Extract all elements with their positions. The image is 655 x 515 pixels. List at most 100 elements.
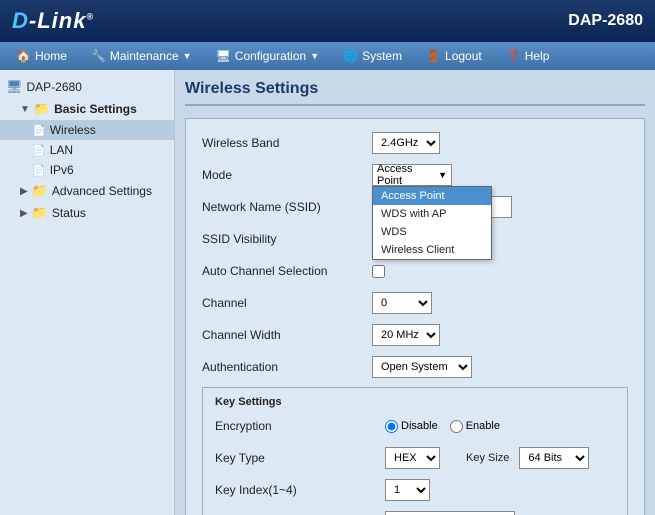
auto-channel-checkbox[interactable] [372,265,385,278]
nav-help[interactable]: ❓ Help [494,42,562,70]
sidebar-item-ipv6[interactable]: 📄 IPv6 [0,160,174,180]
encryption-disable-option[interactable]: Disable [385,420,438,433]
folder-status-icon: 📁 [32,205,48,221]
wireless-band-label: Wireless Band [202,136,372,150]
encryption-row: Encryption Disable Enable [215,414,615,438]
mode-selected-value: Access Point [377,163,438,187]
monitor-icon: 🖥 [216,49,231,63]
mode-dropdown-wrapper: Access Point ▼ Access Point WDS with AP … [372,164,452,186]
key-type-row: Key Type HEX ASCII Key Size 64 Bits 128 … [215,446,615,470]
nav-maintenance-label: Maintenance [110,49,179,63]
key-index-row: Key Index(1~4) 1 2 3 4 [215,478,615,502]
folder-basic-icon: 📁 [34,101,50,117]
help-icon: ❓ [506,49,521,63]
nav-configuration[interactable]: 🖥 Configuration ▼ [204,42,332,70]
nav-home[interactable]: 🏠 Home [4,42,79,70]
model-label: DAP-2680 [568,12,643,30]
sidebar: 🖥 DAP-2680 ▼ 📁 Basic Settings 📄 Wireless… [0,70,175,515]
nav-help-label: Help [525,49,550,63]
expand-icon: ▼ [20,104,30,115]
wireless-band-row: Wireless Band 2.4GHz 5GHz [202,131,628,155]
sidebar-ipv6-label: IPv6 [50,163,74,177]
header: D-Link® DAP-2680 [0,0,655,42]
content-area: Wireless Settings Wireless Band 2.4GHz 5… [175,70,655,515]
authentication-label: Authentication [202,360,372,374]
wireless-band-control: 2.4GHz 5GHz [372,132,440,154]
channel-control: 0 1 [372,292,432,314]
nav-system[interactable]: 🌐 System [331,42,414,70]
page-lan-icon: 📄 [32,144,46,157]
folder-advanced-icon: 📁 [32,183,48,199]
nav-system-label: System [362,49,402,63]
sidebar-advanced-settings-label: Advanced Settings [52,184,152,198]
key-index-control: 1 2 3 4 [385,479,430,501]
key-index-select[interactable]: 1 2 3 4 [385,479,430,501]
wireless-band-select[interactable]: 2.4GHz 5GHz [372,132,440,154]
mode-option-wireless-client[interactable]: Wireless Client [373,241,491,259]
nav-configuration-label: Configuration [235,49,306,63]
settings-panel: Wireless Band 2.4GHz 5GHz Mode Access Po… [185,118,645,515]
channel-width-select[interactable]: 20 MHz 40 MHz [372,324,440,346]
key-size-label: Key Size [466,452,509,464]
mode-option-access-point[interactable]: Access Point [373,187,491,205]
ssid-visibility-label: SSID Visibility [202,232,372,246]
channel-select[interactable]: 0 1 [372,292,432,314]
main-layout: 🖥 DAP-2680 ▼ 📁 Basic Settings 📄 Wireless… [0,70,655,515]
logo-tm: ® [86,12,94,22]
encryption-enable-option[interactable]: Enable [450,420,500,433]
page-wireless-icon: 📄 [32,124,46,137]
sidebar-item-status[interactable]: ▶ 📁 Status [0,202,174,224]
network-name-label: Network Name (SSID) [202,200,372,214]
key-size-select[interactable]: 64 Bits 128 Bits [519,447,589,469]
logo-text: D-Link® [12,8,94,34]
encryption-disable-radio[interactable] [385,420,398,433]
auto-channel-label: Auto Channel Selection [202,264,372,278]
navbar: 🏠 Home 🔧 Maintenance ▼ 🖥 Configuration ▼… [0,42,655,70]
mode-select-display[interactable]: Access Point ▼ [372,164,452,186]
globe-icon: 🌐 [343,49,358,63]
nav-maintenance[interactable]: 🔧 Maintenance ▼ [79,42,204,70]
sidebar-item-wireless[interactable]: 📄 Wireless [0,120,174,140]
sidebar-root-label: DAP-2680 [27,80,82,94]
sidebar-basic-settings-label: Basic Settings [54,102,137,116]
mode-option-wds[interactable]: WDS [373,223,491,241]
authentication-select[interactable]: Open System WPA-Personal [372,356,472,378]
nav-logout[interactable]: 🚪 Logout [414,42,494,70]
mode-control: Access Point ▼ Access Point WDS with AP … [372,164,452,186]
computer-icon: 🖥 [6,79,23,95]
mode-dropdown-menu: Access Point WDS with AP WDS Wireless Cl… [372,186,492,260]
encryption-label: Encryption [215,419,385,433]
channel-width-label: Channel Width [202,328,372,342]
sidebar-lan-label: LAN [50,143,73,157]
auto-channel-control [372,265,385,278]
channel-label: Channel [202,296,372,310]
sidebar-item-basic-settings[interactable]: ▼ 📁 Basic Settings [0,98,174,120]
sidebar-item-lan[interactable]: 📄 LAN [0,140,174,160]
key-index-label: Key Index(1~4) [215,483,385,497]
key-type-select[interactable]: HEX ASCII [385,447,440,469]
key-type-label: Key Type [215,451,385,465]
channel-row: Channel 0 1 [202,291,628,315]
page-ipv6-icon: 📄 [32,164,46,177]
encryption-control: Disable Enable [385,420,500,433]
network-key-input[interactable] [385,511,515,515]
mode-option-wds-ap[interactable]: WDS with AP [373,205,491,223]
authentication-row: Authentication Open System WPA-Personal [202,355,628,379]
expand-advanced-icon: ▶ [20,186,28,197]
nav-logout-label: Logout [445,49,482,63]
network-key-row: Network Key [215,510,615,515]
sidebar-item-dap2680[interactable]: 🖥 DAP-2680 [0,76,174,98]
sidebar-item-advanced-settings[interactable]: ▶ 📁 Advanced Settings [0,180,174,202]
home-icon: 🏠 [16,49,31,63]
page-title: Wireless Settings [185,80,645,106]
logo: D-Link® [12,8,94,34]
mode-row: Mode Access Point ▼ Access Point WDS wit… [202,163,628,187]
encryption-enable-radio[interactable] [450,420,463,433]
maintenance-arrow-icon: ▼ [183,51,192,61]
mode-arrow-icon: ▼ [438,170,447,180]
expand-status-icon: ▶ [20,208,28,219]
channel-width-row: Channel Width 20 MHz 40 MHz [202,323,628,347]
network-key-control [385,511,515,515]
sidebar-status-label: Status [52,206,86,220]
key-settings-group: Key Settings Encryption Disable Enable [202,387,628,515]
